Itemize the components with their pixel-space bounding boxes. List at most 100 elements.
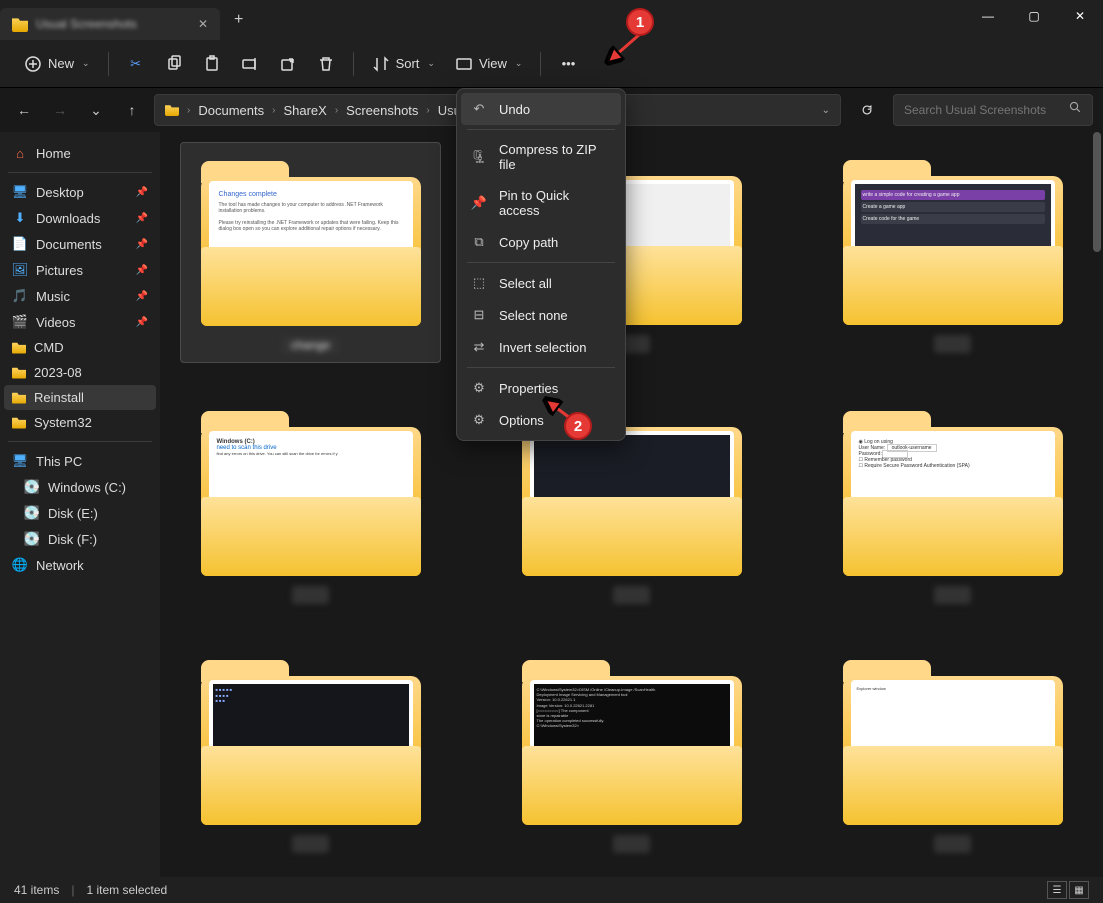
new-tab-button[interactable]: +: [220, 11, 257, 29]
sidebar-drive[interactable]: 💽Disk (F:): [4, 526, 156, 552]
view-button[interactable]: View ⌄: [447, 49, 531, 79]
separator: |: [71, 883, 74, 897]
ctx-copy[interactable]: ⧉Copy path: [461, 226, 621, 258]
folder-item[interactable]: Changes completeThe tool has made change…: [180, 142, 441, 363]
ctx-label: Options: [499, 413, 544, 428]
folder-item[interactable]: ■ ■ ■ ■ ■■ ■ ■ ■■ ■ ■: [180, 642, 441, 861]
select-none-icon: ⊟: [471, 307, 487, 323]
folder-thumbnail: ■ ■ ■ ■ ■■ ■ ■ ■■ ■ ■: [201, 650, 421, 825]
scissors-icon: ✂: [127, 55, 145, 73]
sort-button[interactable]: Sort ⌄: [364, 49, 443, 79]
close-button[interactable]: ✕: [1057, 0, 1103, 32]
sidebar-item-system32[interactable]: System32: [4, 410, 156, 435]
chevron-down-icon[interactable]: ⌄: [822, 105, 830, 116]
zip-icon: 🗜: [471, 149, 487, 165]
folder-label: change: [281, 336, 340, 354]
folder-label: [613, 835, 650, 853]
crumb-documents[interactable]: Documents: [198, 103, 264, 118]
separator: [467, 367, 615, 368]
rename-button[interactable]: [233, 49, 267, 79]
pin-icon: 📌: [136, 265, 148, 276]
sidebar-item-home[interactable]: ⌂ Home: [4, 140, 156, 166]
folder-icon: [12, 342, 26, 354]
pin-icon: 📌: [136, 317, 148, 328]
minimize-button[interactable]: ―: [965, 0, 1011, 32]
sidebar-item-music[interactable]: 🎵Music📌: [4, 283, 156, 309]
folder-icon: [12, 417, 26, 429]
sidebar-item-202308[interactable]: 2023-08: [4, 360, 156, 385]
sidebar-item-reinstall[interactable]: Reinstall: [4, 385, 156, 410]
folder-item[interactable]: ◉ Log on usingUser Name: outlook-usernam…: [822, 393, 1083, 612]
pin-icon: 📌: [136, 239, 148, 250]
cut-button[interactable]: ✂: [119, 49, 153, 79]
sidebar-item-pictures[interactable]: 🖼Pictures📌: [4, 257, 156, 283]
sidebar-drive[interactable]: 💽Disk (E:): [4, 500, 156, 526]
ctx-select-none[interactable]: ⊟Select none: [461, 299, 621, 331]
sidebar-item-videos[interactable]: 🎬Videos📌: [4, 309, 156, 335]
delete-button[interactable]: [309, 49, 343, 79]
ctx-label: Select all: [499, 276, 552, 291]
pin-icon: 📌: [136, 291, 148, 302]
search-input[interactable]: [904, 103, 1061, 117]
details-view-button[interactable]: ☰: [1047, 881, 1067, 899]
more-button[interactable]: •••: [551, 49, 585, 79]
chevron-down-icon: ⌄: [82, 58, 90, 69]
folder-thumbnail: Changes completeThe tool has made change…: [201, 151, 421, 326]
sidebar-item-label: System32: [34, 415, 92, 430]
folder-item[interactable]: write a simple code for creating a game …: [822, 142, 1083, 363]
paste-button[interactable]: [195, 49, 229, 79]
ctx-undo[interactable]: ↶Undo: [461, 93, 621, 125]
ctx-label: Invert selection: [499, 340, 586, 355]
folder-label: [613, 586, 650, 604]
copy-icon: [165, 55, 183, 73]
ctx-select-all[interactable]: ⬚Select all: [461, 267, 621, 299]
tab-close-icon[interactable]: ✕: [198, 17, 208, 31]
sidebar-item-label: CMD: [34, 340, 64, 355]
crumb-sharex[interactable]: ShareX: [283, 103, 326, 118]
copy-button[interactable]: [157, 49, 191, 79]
ctx-pin[interactable]: 📌Pin to Quick access: [461, 180, 621, 226]
back-button[interactable]: ←: [10, 96, 38, 124]
refresh-button[interactable]: [849, 94, 885, 126]
trash-icon: [317, 55, 335, 73]
recent-button[interactable]: ⌄: [82, 96, 110, 124]
new-button[interactable]: New ⌄: [16, 49, 98, 79]
ctx-invert[interactable]: ⇄Invert selection: [461, 331, 621, 363]
ctx-zip[interactable]: 🗜Compress to ZIP file: [461, 134, 621, 180]
sidebar-item-label: Reinstall: [34, 390, 84, 405]
scrollbar[interactable]: [1093, 132, 1101, 252]
options-icon: ⚙: [471, 412, 487, 428]
share-icon: [279, 55, 297, 73]
sidebar-item-thispc[interactable]: 🖥 This PC: [4, 448, 156, 474]
sidebar-item-cmd[interactable]: CMD: [4, 335, 156, 360]
folder-item[interactable]: C:\Windows\System32>DISM /Online /Cleanu…: [501, 642, 762, 861]
chevron-right-icon: ›: [187, 105, 190, 116]
sidebar-item-documents[interactable]: 📄Documents📌: [4, 231, 156, 257]
network-icon: 🌐: [12, 557, 28, 573]
search-icon: [1069, 101, 1082, 119]
sidebar-item-network[interactable]: 🌐 Network: [4, 552, 156, 578]
folder-label: [292, 586, 329, 604]
ctx-label: Pin to Quick access: [499, 188, 611, 218]
share-button[interactable]: [271, 49, 305, 79]
annotation-arrow-1: [602, 30, 650, 70]
up-button[interactable]: ↑: [118, 96, 146, 124]
sidebar-item-downloads[interactable]: ⬇Downloads📌: [4, 205, 156, 231]
folder-item[interactable]: Explorer window: [822, 642, 1083, 861]
sidebar-item-desktop[interactable]: 🖥Desktop📌: [4, 179, 156, 205]
forward-button[interactable]: →: [46, 96, 74, 124]
rename-icon: [241, 55, 259, 73]
ctx-label: Undo: [499, 102, 530, 117]
folder-item[interactable]: Windows (C:)need to scan this drivefind …: [180, 393, 441, 612]
paste-icon: [203, 55, 221, 73]
folder-icon: [12, 367, 26, 379]
sort-icon: [372, 55, 390, 73]
sidebar-drive[interactable]: 💽Windows (C:): [4, 474, 156, 500]
tab-current[interactable]: Usual Screenshots ✕: [0, 8, 220, 40]
icons-view-button[interactable]: ▦: [1069, 881, 1089, 899]
maximize-button[interactable]: ▢: [1011, 0, 1057, 32]
folder-thumbnail: C:\Windows\System32>DISM /Online /Cleanu…: [522, 650, 742, 825]
crumb-screenshots[interactable]: Screenshots: [346, 103, 418, 118]
search-box[interactable]: [893, 94, 1093, 126]
separator: [8, 441, 152, 442]
